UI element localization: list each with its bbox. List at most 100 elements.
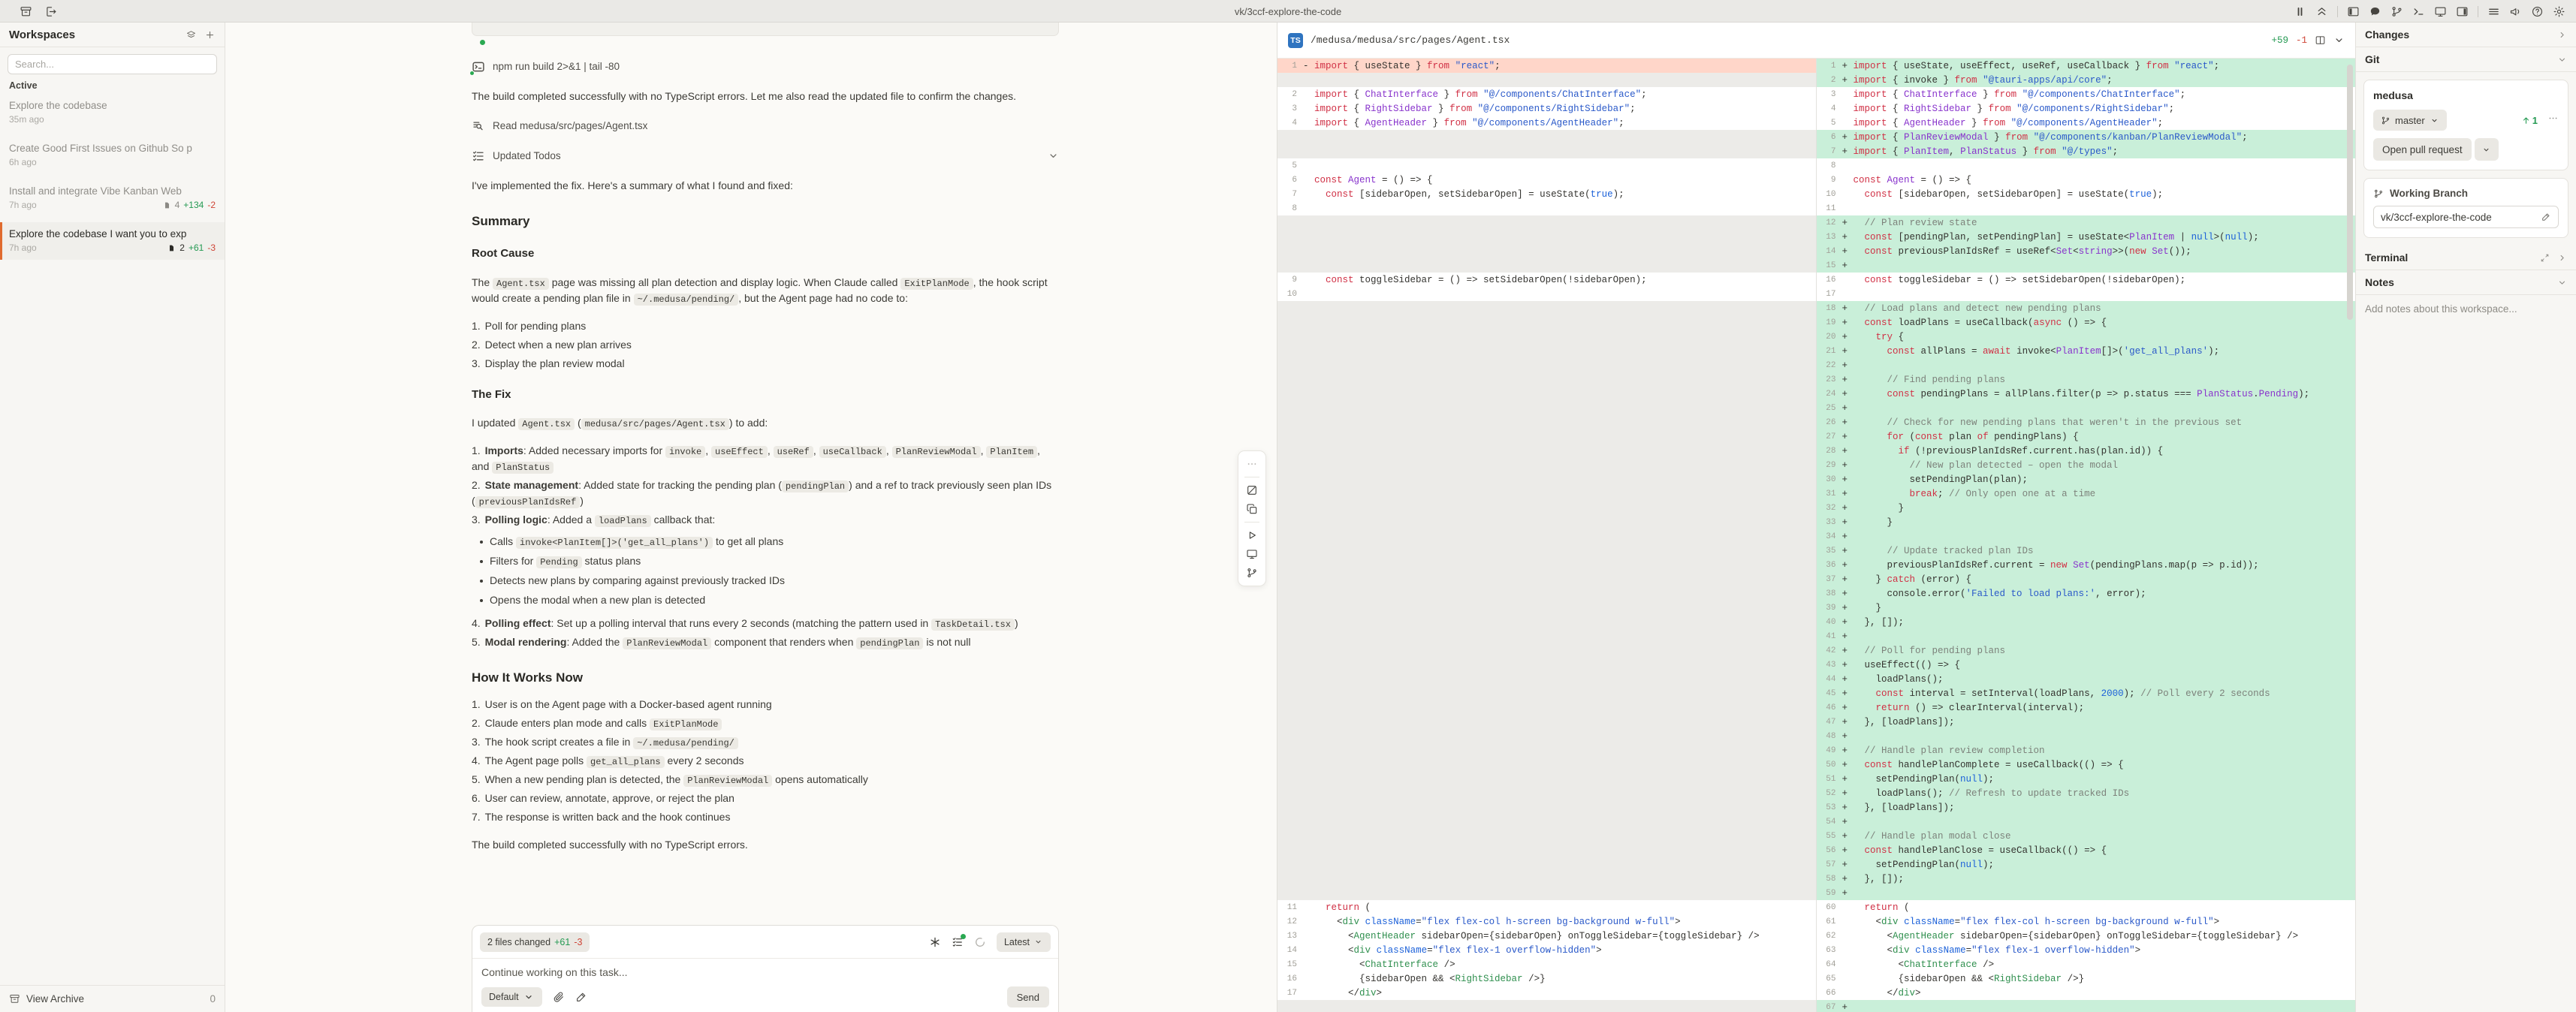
collapse-up-icon[interactable]	[2315, 5, 2328, 18]
workspace-item[interactable]: Explore the codebase I want you to exp7h…	[0, 222, 225, 260]
diff-row: 33+ }	[1817, 515, 2356, 529]
diff-body[interactable]: 1-import { useState } from "react";2impo…	[1277, 59, 2355, 1012]
megaphone-icon[interactable]	[2509, 5, 2522, 18]
section-git[interactable]: Git	[2356, 47, 2576, 72]
diff-row	[1277, 429, 1816, 444]
workspace-time: 35m ago	[9, 114, 44, 125]
diff-row	[1277, 772, 1816, 786]
diff-pane-new: 1+import { useState, useEffect, useRef, …	[1817, 59, 2356, 1012]
notes-placeholder[interactable]: Add notes about this workspace...	[2356, 295, 2576, 323]
workspace-item[interactable]: Create Good First Issues on Github So p6…	[0, 137, 225, 174]
panel-right-icon[interactable]	[2456, 5, 2469, 18]
chevron-down-icon[interactable]	[2333, 35, 2345, 46]
inline-code: ExitPlanMode	[900, 278, 973, 290]
layers-icon[interactable]	[186, 29, 197, 41]
view-archive-button[interactable]: View Archive 0	[0, 985, 225, 1012]
burst-icon[interactable]	[929, 936, 941, 948]
diff-row: 3import { ChatInterface } from "@/compon…	[1817, 87, 2356, 101]
monitor-icon[interactable]	[2434, 5, 2447, 18]
repo-card: medusa master 1 Open pull request	[2363, 80, 2568, 170]
git-branch-icon[interactable]	[1246, 567, 1258, 579]
bullet-item: Opens the modal when a new plan is detec…	[476, 592, 1059, 608]
files-changed-chip[interactable]: 2 files changed +61 -3	[480, 932, 590, 952]
todos-indicator[interactable]	[952, 936, 964, 948]
diff-row	[1277, 615, 1816, 629]
diff-file-header[interactable]: TS /medusa/medusa/src/pages/Agent.tsx +5…	[1277, 23, 2355, 59]
pause-icon[interactable]	[2294, 5, 2306, 18]
lines-added: +61	[554, 937, 570, 947]
chat-bubble-icon[interactable]	[2369, 5, 2381, 18]
copy-icon[interactable]	[1246, 503, 1258, 515]
workspace-list: Explore the codebase35m ago Create Good F…	[0, 94, 225, 260]
diff-row: 9 const toggleSidebar = () => setSidebar…	[1277, 273, 1816, 287]
diff-scrollbar-thumb[interactable]	[2347, 65, 2353, 320]
workspace-item[interactable]: Install and integrate Vibe Kanban Web7h …	[0, 179, 225, 217]
edit-icon[interactable]	[2541, 212, 2551, 222]
chevron-down-icon[interactable]	[1048, 150, 1059, 161]
tool-call-row[interactable]: Updated Todos	[472, 149, 1059, 164]
collapsed-tool-output[interactable]	[472, 23, 1059, 36]
file-icon	[167, 244, 176, 252]
paperclip-icon[interactable]	[553, 991, 565, 1003]
repo-menu-button[interactable]	[2547, 113, 2559, 128]
diff-row	[1277, 387, 1816, 401]
git-branch-icon[interactable]	[2390, 5, 2403, 18]
diff-row: 23+ // Find pending plans	[1817, 372, 2356, 387]
plus-icon[interactable]	[204, 29, 216, 41]
section-changes[interactable]: Changes	[2356, 23, 2576, 47]
list-item: 2. Claude enters plan mode and calls Exi…	[472, 715, 1059, 731]
lines-removed: -3	[574, 937, 582, 947]
pull-request-options-button[interactable]	[2475, 138, 2499, 161]
diff-row	[1277, 458, 1816, 472]
workspace-meta: 6h ago	[9, 157, 216, 167]
diff-row	[1277, 757, 1816, 772]
no-preview-icon[interactable]	[1246, 484, 1258, 496]
diff-row: 35+ // Update tracked plan IDs	[1817, 544, 2356, 558]
inline-code: pendingPlan	[782, 480, 849, 492]
section-notes[interactable]: Notes	[2356, 270, 2576, 295]
terminal-icon[interactable]	[2412, 5, 2425, 18]
titlebar-right-icons	[2294, 0, 2565, 23]
open-pull-request-button[interactable]: Open pull request	[2373, 138, 2472, 161]
branch-selector[interactable]: master	[2373, 110, 2447, 131]
workspace-item[interactable]: Explore the codebase35m ago	[0, 94, 225, 131]
chat-scroll-area[interactable]: npm run build 2>&1 | tail -80The build c…	[225, 23, 1277, 925]
gear-icon[interactable]	[2553, 5, 2565, 18]
diff-row	[1277, 315, 1816, 330]
latest-dropdown[interactable]: Latest	[997, 932, 1051, 952]
help-icon[interactable]	[2531, 5, 2544, 18]
expand-icon[interactable]	[2540, 253, 2550, 263]
model-dropdown[interactable]: Default	[481, 987, 542, 1007]
diff-row: 5	[1277, 158, 1816, 173]
chevron-down-icon	[2557, 55, 2567, 65]
monitor-icon[interactable]	[1246, 548, 1258, 560]
bullet-list: Calls invoke<PlanItem[]>('get_all_plans'…	[476, 534, 1059, 608]
send-button[interactable]: Send	[1007, 986, 1049, 1007]
section-terminal[interactable]: Terminal	[2356, 245, 2576, 270]
message-input[interactable]	[481, 966, 1049, 978]
model-label: Default	[489, 992, 519, 1002]
tool-label: Read medusa/src/pages/Agent.tsx	[493, 119, 647, 134]
terminal-label: Terminal	[2365, 251, 2408, 264]
diff-row	[1277, 372, 1816, 387]
ordered-list: 1. Poll for pending plans2. Detect when …	[472, 318, 1059, 372]
diff-lines-removed: -1	[2296, 35, 2307, 46]
play-icon[interactable]	[1246, 529, 1258, 541]
pen-icon[interactable]	[575, 991, 587, 1003]
file-icon	[163, 201, 171, 209]
diff-row	[1277, 130, 1816, 144]
list-item: 3. Display the plan review modal	[472, 356, 1059, 372]
panel-left-icon[interactable]	[2347, 5, 2360, 18]
menu-icon[interactable]	[2487, 5, 2500, 18]
tool-call-row[interactable]: npm run build 2>&1 | tail -80	[472, 59, 1059, 74]
tool-call-row[interactable]: Read medusa/src/pages/Agent.tsx	[472, 119, 1059, 134]
latest-label: Latest	[1004, 937, 1030, 947]
workspace-title: Install and integrate Vibe Kanban Web	[9, 185, 216, 197]
git-branch-icon	[2373, 188, 2384, 199]
working-branch-field[interactable]: vk/3ccf-explore-the-code	[2373, 206, 2559, 228]
diff-row	[1277, 829, 1816, 843]
drag-dots-icon[interactable]	[1246, 458, 1258, 470]
split-view-icon[interactable]	[2315, 35, 2326, 46]
composer-header: 2 files changed +61 -3 Latest	[472, 926, 1058, 959]
search-input[interactable]	[8, 54, 217, 74]
